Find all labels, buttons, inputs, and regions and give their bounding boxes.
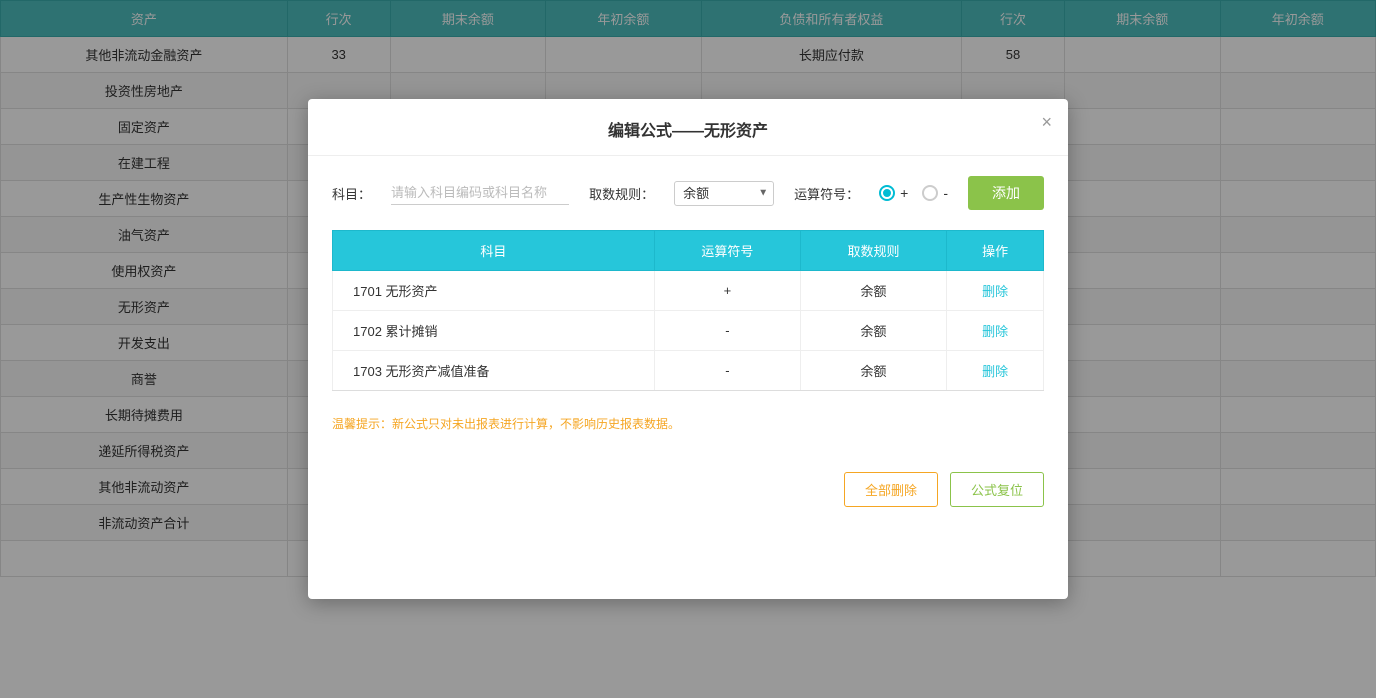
formula-action: 删除: [947, 311, 1044, 351]
modal-footer: 全部删除 公式复位: [308, 462, 1068, 527]
tip-prefix: 温馨提示：: [332, 417, 392, 431]
delete-row-button[interactable]: 删除: [982, 321, 1008, 340]
operator-plus-label: +: [900, 185, 908, 201]
operator-radio-group: + -: [879, 185, 948, 201]
tip-content: 新公式只对未出报表进行计算，不影响历史报表数据。: [392, 417, 680, 431]
operator-plus-radio[interactable]: +: [879, 185, 908, 201]
formula-operator: -: [654, 311, 800, 351]
formula-operator: +: [654, 271, 800, 311]
modal-close-button[interactable]: ×: [1041, 113, 1052, 131]
rule-select-container: 余额 借方发生额 贷方发生额 ▼: [674, 181, 774, 206]
subject-label: 科目：: [332, 184, 371, 203]
operator-minus-circle: [922, 185, 938, 201]
delete-all-button[interactable]: 全部删除: [844, 472, 938, 507]
formula-rule: 余额: [800, 311, 946, 351]
operator-label: 运算符号：: [794, 184, 859, 203]
operator-plus-circle: [879, 185, 895, 201]
modal-title: 编辑公式——无形资产: [608, 123, 768, 140]
formula-action: 删除: [947, 351, 1044, 391]
th-operator: 运算符号: [654, 231, 800, 271]
th-subject: 科目: [333, 231, 655, 271]
formula-subject: 1701 无形资产: [333, 271, 655, 311]
formula-action: 删除: [947, 271, 1044, 311]
delete-row-button[interactable]: 删除: [982, 281, 1008, 300]
formula-operator: -: [654, 351, 800, 391]
formula-row: 1701 无形资产+余额 删除: [333, 271, 1044, 311]
operator-minus-label: -: [943, 185, 948, 201]
formula-subject: 1702 累计摊销: [333, 311, 655, 351]
operator-plus-dot: [883, 189, 891, 197]
formula-row: 1702 累计摊销-余额 删除: [333, 311, 1044, 351]
modal-body: 科目： 取数规则： 余额 借方发生额 贷方发生额 ▼ 运算符号：: [308, 156, 1068, 462]
formula-rule: 余额: [800, 351, 946, 391]
tip-text: 温馨提示：新公式只对未出报表进行计算，不影响历史报表数据。: [332, 415, 1044, 432]
reset-formula-button[interactable]: 公式复位: [950, 472, 1044, 507]
th-rule: 取数规则: [800, 231, 946, 271]
modal-dialog: 编辑公式——无形资产 × 科目： 取数规则： 余额 借方发生额 贷方发生额 ▼ …: [308, 99, 1068, 599]
formula-rule: 余额: [800, 271, 946, 311]
rule-label: 取数规则：: [589, 184, 654, 203]
delete-row-button[interactable]: 删除: [982, 361, 1008, 380]
formula-table: 科目 运算符号 取数规则 操作 1701 无形资产+余额删除1702 累计摊销-…: [332, 230, 1044, 391]
subject-input[interactable]: [391, 181, 569, 205]
modal-header: 编辑公式——无形资产 ×: [308, 99, 1068, 156]
formula-table-header-row: 科目 运算符号 取数规则 操作: [333, 231, 1044, 271]
th-action: 操作: [947, 231, 1044, 271]
add-button[interactable]: 添加: [968, 176, 1044, 210]
formula-table-body: 1701 无形资产+余额删除1702 累计摊销-余额删除1703 无形资产减值准…: [333, 271, 1044, 391]
form-row: 科目： 取数规则： 余额 借方发生额 贷方发生额 ▼ 运算符号：: [332, 176, 1044, 210]
formula-subject: 1703 无形资产减值准备: [333, 351, 655, 391]
modal-overlay: 编辑公式——无形资产 × 科目： 取数规则： 余额 借方发生额 贷方发生额 ▼ …: [0, 0, 1376, 698]
formula-row: 1703 无形资产减值准备-余额 删除: [333, 351, 1044, 391]
formula-table-head: 科目 运算符号 取数规则 操作: [333, 231, 1044, 271]
rule-select[interactable]: 余额 借方发生额 贷方发生额: [674, 181, 774, 206]
operator-minus-radio[interactable]: -: [922, 185, 948, 201]
